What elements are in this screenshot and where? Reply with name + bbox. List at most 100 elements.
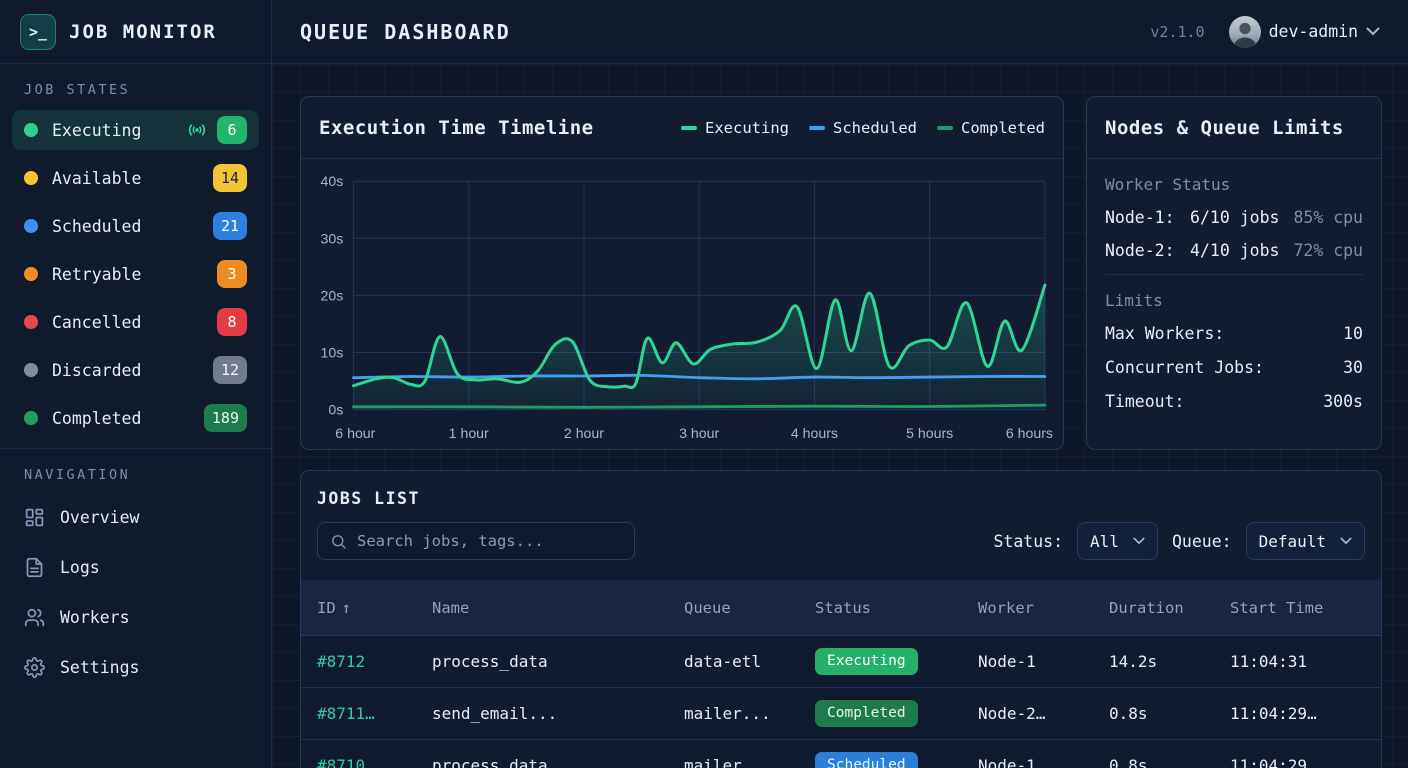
svg-text:3 hour: 3 hour <box>679 425 719 441</box>
sidebar-item-available[interactable]: Available 14 <box>12 158 259 198</box>
table-row[interactable]: #8711… send_email... mailer... Completed… <box>301 688 1381 740</box>
retryable-dot-icon <box>24 267 38 281</box>
version-badge: v2.1.0 <box>1150 22 1205 41</box>
page-title: QUEUE DASHBOARD <box>300 19 511 44</box>
navigation-section-label: NAVIGATION <box>24 467 131 483</box>
sidebar-item-executing[interactable]: Executing 6 <box>12 110 259 150</box>
execution-chart: 0s 10s 20s 30s 40s 6 hour 1 hour 2 hour 3 hour 4 … <box>321 173 1053 441</box>
limit-row-concurrent-jobs: Concurrent Jobs: 30 <box>1105 358 1363 377</box>
column-header-queue[interactable]: Queue <box>668 599 799 617</box>
column-header-name[interactable]: Name <box>416 599 668 617</box>
sort-ascending-icon: ↑ <box>341 598 352 617</box>
column-header-start-time[interactable]: Start Time <box>1214 599 1381 617</box>
jobs-search[interactable] <box>317 522 635 560</box>
retryable-count-badge: 3 <box>217 260 247 288</box>
available-dot-icon <box>24 171 38 185</box>
status-pill: Executing <box>815 648 918 675</box>
executing-count-badge: 6 <box>217 116 247 144</box>
job-worker: Node-1 <box>978 652 1036 671</box>
job-start-time: 11:04:29… <box>1230 704 1317 723</box>
job-duration: 0.8s <box>1109 704 1148 723</box>
svg-text:1 hour: 1 hour <box>449 425 489 441</box>
worker-row-node-2: Node-2: 4/10 jobs 72% cpu <box>1105 241 1363 260</box>
app-logo: >_ JOB MONITOR <box>0 0 271 64</box>
cancelled-count-badge: 8 <box>217 308 247 336</box>
job-name: process_data <box>432 652 548 671</box>
svg-text:30s: 30s <box>321 230 344 246</box>
job-id-link[interactable]: #8712 <box>301 652 416 671</box>
gear-icon <box>24 656 45 678</box>
cancelled-dot-icon <box>24 315 38 329</box>
sidebar-item-settings[interactable]: Settings <box>12 645 259 689</box>
nodes-card-divider <box>1105 274 1363 275</box>
sidebar-item-retryable[interactable]: Retryable 3 <box>12 254 259 294</box>
status-filter-select[interactable]: All <box>1077 522 1158 560</box>
sidebar-item-logs[interactable]: Logs <box>12 545 259 589</box>
sidebar: >_ JOB MONITOR JOB STATES Executing 6 Av… <box>0 0 272 768</box>
job-queue: data-etl <box>684 652 762 671</box>
status-pill: Scheduled <box>815 752 918 768</box>
node-1-cpu: 85% cpu <box>1293 208 1363 227</box>
scheduled-legend-swatch <box>809 125 825 130</box>
search-input[interactable] <box>357 532 622 550</box>
sidebar-item-overview[interactable]: Overview <box>12 495 259 539</box>
svg-text:20s: 20s <box>321 287 344 303</box>
svg-text:4 hours: 4 hours <box>791 425 838 441</box>
job-name: process_data <box>432 756 548 768</box>
column-header-id[interactable]: ID ↑ <box>301 599 416 617</box>
nodes-card-title: Nodes & Queue Limits <box>1105 116 1344 139</box>
job-worker: Node-1 <box>978 756 1036 768</box>
completed-dot-icon <box>24 411 38 425</box>
main-content: Execution Time Timeline Executing Schedu… <box>272 64 1408 768</box>
sidebar-item-cancelled[interactable]: Cancelled 8 <box>12 302 259 342</box>
scheduled-dot-icon <box>24 219 38 233</box>
file-text-icon <box>26 557 43 577</box>
jobs-table-header: ID ↑ Name Queue Status Worker Duration St… <box>301 580 1381 636</box>
limit-row-max-workers: Max Workers: 10 <box>1105 324 1363 343</box>
discarded-count-badge: 12 <box>212 356 247 384</box>
job-name: send_email... <box>432 704 558 723</box>
sidebar-item-workers[interactable]: Workers <box>12 595 259 639</box>
completed-count-badge: 189 <box>203 404 247 432</box>
column-header-duration[interactable]: Duration <box>1093 599 1214 617</box>
job-id-link[interactable]: #8711… <box>301 704 416 723</box>
limit-row-timeout: Timeout: 300s <box>1105 392 1363 411</box>
legend-item-scheduled[interactable]: Scheduled <box>809 119 917 137</box>
job-start-time: 11:04:31 <box>1230 652 1308 671</box>
worker-status-label: Worker Status <box>1105 175 1231 194</box>
concurrent-jobs-value: 30 <box>1343 358 1363 377</box>
job-queue: mailer... <box>684 704 771 723</box>
worker-row-node-1: Node-1: 6/10 jobs 85% cpu <box>1105 208 1363 227</box>
user-name: dev-admin <box>1268 22 1358 41</box>
column-header-worker[interactable]: Worker <box>962 599 1093 617</box>
table-row[interactable]: #8710 process_data mailer Scheduled Node… <box>301 740 1381 768</box>
node-2-cpu: 72% cpu <box>1293 241 1363 260</box>
status-filter-label: Status: <box>993 531 1064 551</box>
legend-item-executing[interactable]: Executing <box>681 119 789 137</box>
chart-title: Execution Time Timeline <box>319 116 594 139</box>
jobs-list-card: JOBS LIST Status: All Que <box>300 470 1382 768</box>
queue-filter-select[interactable]: Default <box>1245 522 1365 560</box>
timeout-value: 300s <box>1323 392 1363 411</box>
queue-filter-label: Queue: <box>1171 531 1232 551</box>
table-row[interactable]: #8712 process_data data-etl Executing No… <box>301 636 1381 688</box>
users-icon <box>24 608 45 626</box>
svg-text:5 hours: 5 hours <box>906 425 953 441</box>
scheduled-count-badge: 21 <box>212 212 247 240</box>
svg-text:6 hour: 6 hour <box>335 425 375 441</box>
user-menu[interactable]: dev-admin <box>1219 15 1380 48</box>
column-header-status[interactable]: Status <box>799 599 962 617</box>
status-pill: Completed <box>815 700 918 727</box>
avatar <box>1228 15 1261 48</box>
sidebar-item-scheduled[interactable]: Scheduled 21 <box>12 206 259 246</box>
job-duration: 0.8s <box>1109 756 1148 768</box>
chevron-down-icon <box>1340 537 1352 545</box>
executing-dot-icon <box>24 123 38 137</box>
live-signal-icon <box>186 122 208 138</box>
legend-item-completed[interactable]: Completed <box>937 119 1045 137</box>
sidebar-item-discarded[interactable]: Discarded 12 <box>12 350 259 390</box>
sidebar-item-completed[interactable]: Completed 189 <box>12 398 259 438</box>
job-id-link[interactable]: #8710 <box>301 756 416 768</box>
available-count-badge: 14 <box>212 164 247 192</box>
svg-text:6 hours: 6 hours <box>1006 425 1053 441</box>
